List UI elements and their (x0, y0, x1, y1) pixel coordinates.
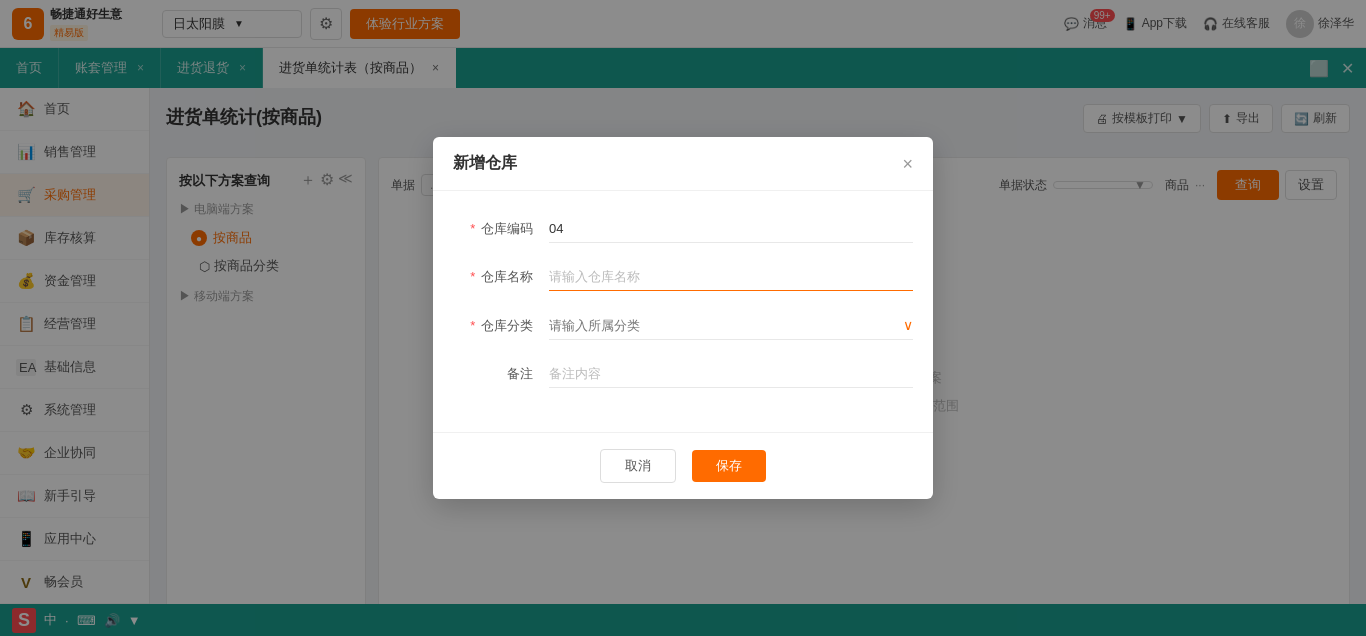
name-label: * 仓库名称 (453, 268, 533, 286)
required-star-code: * (470, 221, 475, 236)
form-row-code: * 仓库编码 (453, 215, 913, 243)
required-star-name: * (470, 269, 475, 284)
save-button[interactable]: 保存 (692, 450, 766, 482)
required-star-category: * (470, 318, 475, 333)
modal-title: 新增仓库 (453, 153, 517, 174)
form-row-name: * 仓库名称 (453, 263, 913, 291)
category-select-input[interactable] (549, 318, 903, 333)
modal-body: * 仓库编码 * 仓库名称 * 仓库分类 (433, 191, 933, 432)
category-select-row: ∨ (549, 311, 913, 340)
modal-header: 新增仓库 × (433, 137, 933, 191)
form-row-category: * 仓库分类 ∨ (453, 311, 913, 340)
category-label: * 仓库分类 (453, 317, 533, 335)
note-label: 备注 (453, 365, 533, 383)
modal-overlay: 新增仓库 × * 仓库编码 * 仓库名称 (0, 0, 1366, 636)
add-warehouse-modal: 新增仓库 × * 仓库编码 * 仓库名称 (433, 137, 933, 499)
modal-footer: 取消 保存 (433, 432, 933, 499)
modal-close-button[interactable]: × (902, 155, 913, 173)
form-row-note: 备注 (453, 360, 913, 388)
warehouse-code-input[interactable] (549, 215, 913, 243)
warehouse-name-input[interactable] (549, 263, 913, 291)
code-label: * 仓库编码 (453, 220, 533, 238)
category-chevron-icon[interactable]: ∨ (903, 317, 913, 333)
cancel-button[interactable]: 取消 (600, 449, 676, 483)
note-input[interactable] (549, 360, 913, 388)
